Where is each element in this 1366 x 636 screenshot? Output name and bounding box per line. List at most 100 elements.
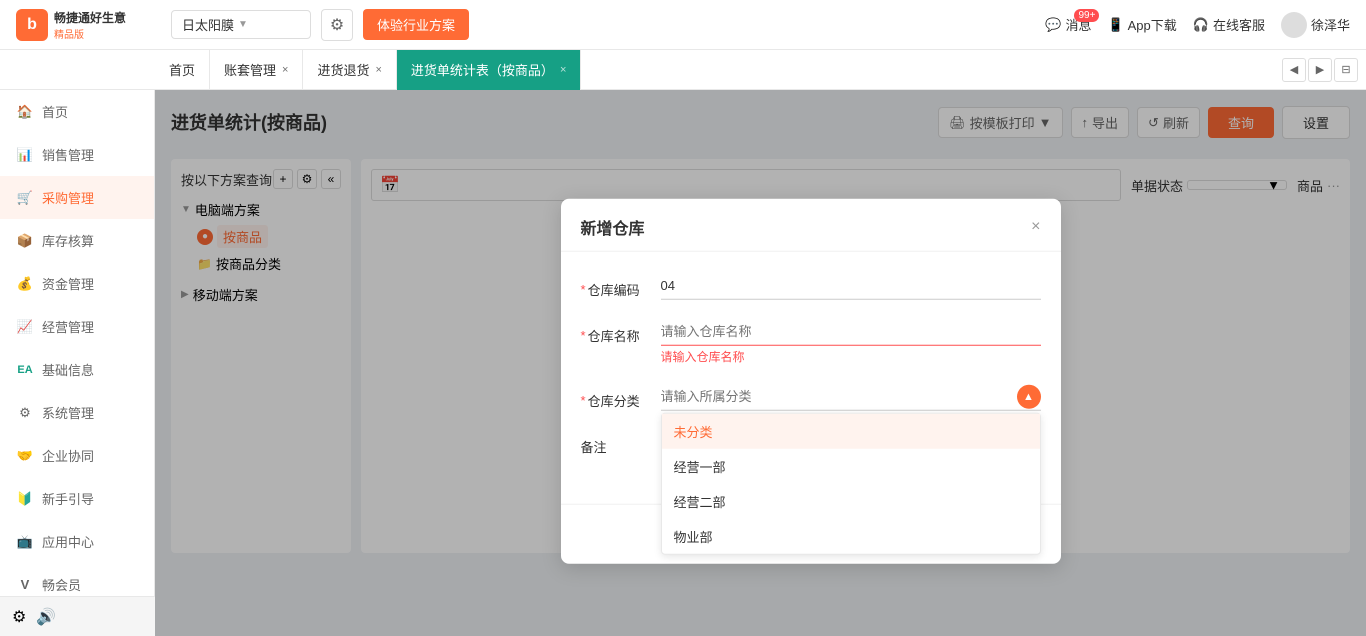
online-service-item[interactable]: 🎧 在线客服 bbox=[1193, 15, 1265, 34]
sidebar-item-basic-info[interactable]: EA 基础信息 bbox=[0, 348, 154, 391]
top-header: b 畅捷通好生意 精品版 日太阳膜 ▼ ⚙ 体验行业方案 💬 消息 99+ 📱 … bbox=[0, 0, 1366, 50]
message-icon: 💬 bbox=[1045, 17, 1061, 33]
new-warehouse-dialog: 新增仓库 × * 仓库编码 * 仓 bbox=[561, 199, 1061, 564]
sidebar-purchase-label: 采购管理 bbox=[42, 188, 94, 207]
guide-icon: 🔰 bbox=[16, 490, 34, 508]
sidebar-guide-label: 新手引导 bbox=[42, 489, 94, 508]
notifications-item[interactable]: 💬 消息 99+ bbox=[1045, 15, 1091, 34]
sidebar-item-finance[interactable]: 💰 资金管理 bbox=[0, 262, 154, 305]
tab-bar: 首页 账套管理 × 进货退货 × 进货单统计表（按商品） × ◀ ▶ ⊟ bbox=[0, 50, 1366, 90]
header-middle: 日太阳膜 ▼ ⚙ 体验行业方案 bbox=[171, 9, 1045, 41]
code-label: * 仓库编码 bbox=[581, 272, 661, 299]
sidebar-item-guide[interactable]: 🔰 新手引导 bbox=[0, 477, 154, 520]
note-label: 备注 bbox=[581, 429, 661, 456]
sidebar: 🏠 首页 📊 销售管理 🛒 采购管理 📦 库存核算 💰 资金管理 📈 经营管理 … bbox=[0, 90, 155, 636]
close-icon[interactable]: × bbox=[282, 64, 288, 76]
code-input[interactable] bbox=[661, 272, 1041, 300]
sidebar-system-label: 系统管理 bbox=[42, 403, 94, 422]
name-label: * 仓库名称 bbox=[581, 318, 661, 345]
tab-home-label: 首页 bbox=[169, 60, 195, 79]
operations-icon: 📈 bbox=[16, 318, 34, 336]
dropdown-option-uncategorized[interactable]: 未分类 bbox=[662, 414, 1040, 449]
logo-text: 畅捷通好生意 精品版 bbox=[54, 9, 126, 41]
avatar-icon bbox=[1281, 12, 1307, 38]
sidebar-member-label: 畅会员 bbox=[42, 575, 81, 594]
system-icon: ⚙ bbox=[16, 404, 34, 422]
app-download-item[interactable]: 📱 App下载 bbox=[1107, 15, 1176, 34]
category-select-wrapper: ▲ 未分类 经营一部 经营二部 物业部 bbox=[661, 383, 1041, 411]
sidebar-enterprise-label: 企业协同 bbox=[42, 446, 94, 465]
header-right: 💬 消息 99+ 📱 App下载 🎧 在线客服 徐泽华 bbox=[1045, 12, 1350, 38]
member-icon: V bbox=[16, 576, 34, 594]
tab-account-label: 账套管理 bbox=[224, 60, 276, 79]
dropdown-option-dept2[interactable]: 经营二部 bbox=[662, 484, 1040, 519]
close-icon[interactable]: × bbox=[560, 64, 566, 76]
tab-home[interactable]: 首页 bbox=[155, 50, 210, 90]
tab-return-label: 进货退货 bbox=[317, 60, 369, 79]
sidebar-apps-label: 应用中心 bbox=[42, 532, 94, 551]
tab-menu-button[interactable]: ⊟ bbox=[1334, 58, 1358, 82]
name-field-row: * 仓库名称 请输入仓库名称 bbox=[581, 318, 1041, 365]
category-input[interactable] bbox=[661, 383, 1041, 411]
trial-button[interactable]: 体验行业方案 bbox=[363, 9, 469, 40]
sidebar-item-system[interactable]: ⚙ 系统管理 bbox=[0, 391, 154, 434]
sidebar-item-apps[interactable]: 📺 应用中心 bbox=[0, 520, 154, 563]
sidebar-inventory-label: 库存核算 bbox=[42, 231, 94, 250]
tab-purchase-stats[interactable]: 进货单统计表（按商品） × bbox=[397, 50, 581, 90]
category-label: * 仓库分类 bbox=[581, 383, 661, 410]
dialog-body: * 仓库编码 * 仓库名称 请输入仓库名称 bbox=[561, 252, 1061, 504]
sales-icon: 📊 bbox=[16, 146, 34, 164]
tab-prev-button[interactable]: ◀ bbox=[1282, 58, 1306, 82]
code-field-row: * 仓库编码 bbox=[581, 272, 1041, 300]
sidebar-item-operations[interactable]: 📈 经营管理 bbox=[0, 305, 154, 348]
sidebar-item-enterprise[interactable]: 🤝 企业协同 bbox=[0, 434, 154, 477]
sidebar-finance-label: 资金管理 bbox=[42, 274, 94, 293]
enterprise-icon: 🤝 bbox=[16, 447, 34, 465]
tab-stats-label: 进货单统计表（按商品） bbox=[411, 60, 554, 79]
sidebar-item-inventory[interactable]: 📦 库存核算 bbox=[0, 219, 154, 262]
purchase-icon: 🛒 bbox=[16, 189, 34, 207]
logo-area: b 畅捷通好生意 精品版 bbox=[16, 9, 171, 41]
tab-next-button[interactable]: ▶ bbox=[1308, 58, 1332, 82]
sidebar-item-home[interactable]: 🏠 首页 bbox=[0, 90, 154, 133]
headset-icon: 🎧 bbox=[1193, 17, 1209, 33]
dialog-title: 新增仓库 bbox=[581, 215, 645, 239]
sidebar-item-purchase[interactable]: 🛒 采购管理 bbox=[0, 176, 154, 219]
close-icon[interactable]: × bbox=[375, 64, 381, 76]
sidebar-operations-label: 经营管理 bbox=[42, 317, 94, 336]
code-input-wrapper bbox=[661, 272, 1041, 300]
sidebar-item-sales[interactable]: 📊 销售管理 bbox=[0, 133, 154, 176]
settings-icon[interactable]: ⚙ bbox=[12, 607, 26, 627]
gear-button[interactable]: ⚙ bbox=[321, 9, 353, 41]
tab-controls: ◀ ▶ ⊟ bbox=[1282, 58, 1366, 82]
name-error-msg: 请输入仓库名称 bbox=[661, 348, 1041, 365]
apps-icon: 📺 bbox=[16, 533, 34, 551]
sidebar-sales-label: 销售管理 bbox=[42, 145, 94, 164]
category-dropdown: 未分类 经营一部 经营二部 物业部 bbox=[661, 413, 1041, 555]
category-toggle-button[interactable]: ▲ bbox=[1017, 385, 1041, 409]
main-layout: 🏠 首页 📊 销售管理 🛒 采购管理 📦 库存核算 💰 资金管理 📈 经营管理 … bbox=[0, 90, 1366, 636]
logo-icon: b bbox=[16, 9, 48, 41]
sidebar-basic-label: 基础信息 bbox=[42, 360, 94, 379]
basic-info-icon: EA bbox=[16, 361, 34, 379]
name-input-wrapper: 请输入仓库名称 bbox=[661, 318, 1041, 365]
speaker-icon[interactable]: 🔊 bbox=[36, 607, 56, 627]
dropdown-option-dept1[interactable]: 经营一部 bbox=[662, 449, 1040, 484]
user-avatar[interactable]: 徐泽华 bbox=[1281, 12, 1350, 38]
tab-account[interactable]: 账套管理 × bbox=[210, 50, 303, 90]
finance-icon: 💰 bbox=[16, 275, 34, 293]
gear-icon: ⚙ bbox=[330, 15, 344, 35]
notification-badge: 99+ bbox=[1074, 9, 1099, 22]
dialog-header: 新增仓库 × bbox=[561, 199, 1061, 252]
sidebar-home-label: 首页 bbox=[42, 102, 68, 121]
store-selector[interactable]: 日太阳膜 ▼ bbox=[171, 10, 311, 39]
phone-icon: 📱 bbox=[1107, 17, 1123, 33]
store-arrow-icon: ▼ bbox=[238, 19, 248, 30]
inventory-icon: 📦 bbox=[16, 232, 34, 250]
content-area: 进货单统计(按商品) 🖨 按模板打印 ▼ ↑ 导出 ↺ 刷新 查询 设置 bbox=[155, 90, 1366, 636]
dialog-close-button[interactable]: × bbox=[1031, 218, 1040, 236]
name-input[interactable] bbox=[661, 318, 1041, 346]
tab-purchase-return[interactable]: 进货退货 × bbox=[303, 50, 396, 90]
home-icon: 🏠 bbox=[16, 103, 34, 121]
dropdown-option-property[interactable]: 物业部 bbox=[662, 519, 1040, 554]
